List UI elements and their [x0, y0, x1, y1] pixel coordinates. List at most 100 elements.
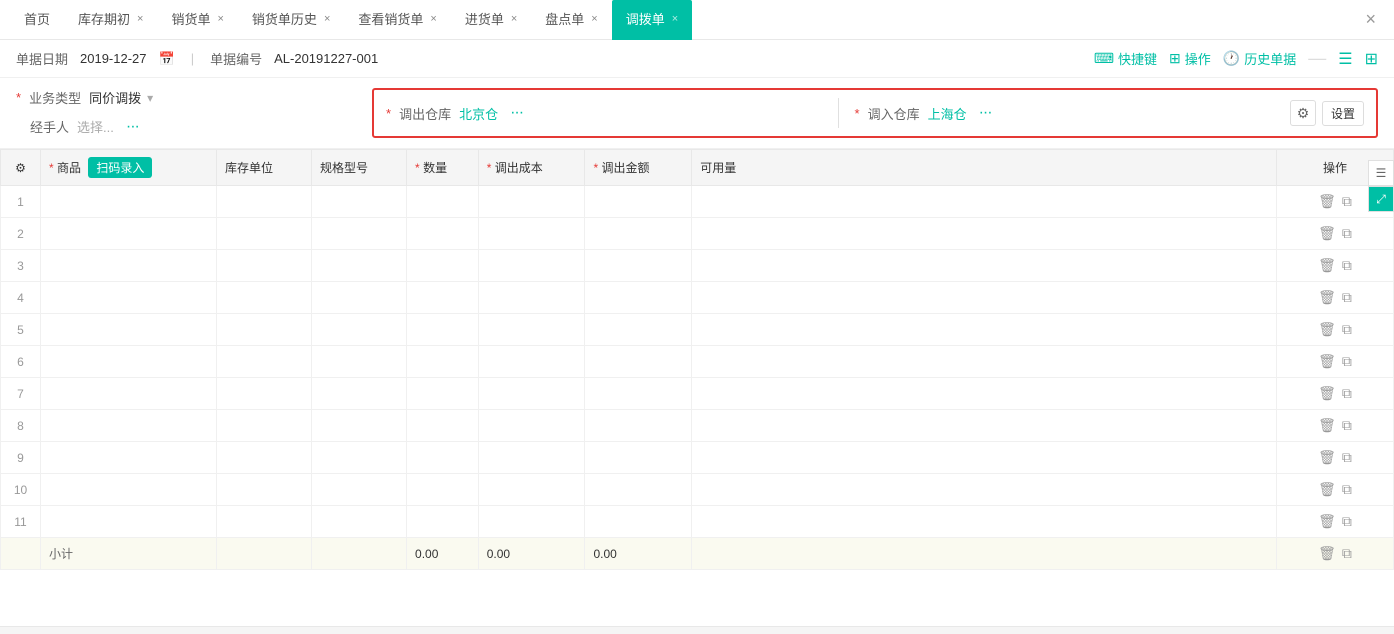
- tab-inventory-init[interactable]: 库存期初 ×: [64, 0, 157, 40]
- delete-icon-6[interactable]: 🗑: [1318, 353, 1336, 370]
- form-gear-btn[interactable]: ⚙: [1290, 100, 1316, 126]
- copy-icon-10[interactable]: ⧉: [1342, 481, 1352, 498]
- tab-home[interactable]: 首页: [10, 0, 64, 40]
- row-num-10: 10: [1, 474, 41, 506]
- cell-cost-1[interactable]: [478, 186, 585, 218]
- date-value[interactable]: 2019-12-27: [80, 51, 147, 66]
- history-btn[interactable]: 🕐 历史单据: [1223, 49, 1296, 68]
- cell-qty-2[interactable]: [407, 218, 479, 250]
- row-num-6: 6: [1, 346, 41, 378]
- form-set-btn[interactable]: 设置: [1322, 101, 1364, 126]
- copy-icon-3[interactable]: ⧉: [1342, 257, 1352, 274]
- data-table: ⚙ * 商品 扫码录入 库存单位 规格型号 * 数量: [0, 149, 1394, 570]
- business-type-select[interactable]: 同价调拨 ▾: [89, 88, 249, 107]
- copy-icon-1[interactable]: ⧉: [1342, 193, 1352, 210]
- subtotal-empty3: [312, 538, 407, 570]
- cell-cost-3[interactable]: [478, 250, 585, 282]
- tab-close-sales-order[interactable]: ×: [217, 13, 223, 25]
- copy-icon-6[interactable]: ⧉: [1342, 353, 1352, 370]
- tab-close-purchase[interactable]: ×: [511, 13, 517, 25]
- delete-icon-1[interactable]: 🗑: [1318, 193, 1336, 210]
- tab-view-sales[interactable]: 查看销货单 ×: [344, 0, 450, 40]
- window-close-button[interactable]: ×: [1357, 9, 1384, 30]
- delete-icon-3[interactable]: 🗑: [1318, 257, 1336, 274]
- cell-qty-1[interactable]: [407, 186, 479, 218]
- col-amount: * 调出金额: [585, 150, 692, 186]
- cell-amount-2[interactable]: [585, 218, 692, 250]
- table-row: 4 🗑⧉: [1, 282, 1394, 314]
- delete-icon-8[interactable]: 🗑: [1318, 417, 1336, 434]
- subtotal-delete-icon[interactable]: 🗑: [1318, 545, 1336, 562]
- cell-product-4[interactable]: [41, 282, 217, 314]
- tab-stocktake[interactable]: 盘点单 ×: [531, 0, 611, 40]
- right-sidebar: ☰ ⤢: [1368, 160, 1394, 212]
- subtotal-action: 🗑⧉: [1276, 538, 1393, 570]
- tab-sales-order[interactable]: 销货单 ×: [157, 0, 237, 40]
- delete-icon-10[interactable]: 🗑: [1318, 481, 1336, 498]
- cell-action-5: 🗑⧉: [1276, 314, 1393, 346]
- cell-qty-3[interactable]: [407, 250, 479, 282]
- tab-close-transfer[interactable]: ×: [672, 13, 678, 25]
- cell-product-1[interactable]: [41, 186, 217, 218]
- copy-icon-4[interactable]: ⧉: [1342, 289, 1352, 306]
- dropdown-arrow-icon: ▾: [147, 91, 153, 105]
- cell-product-3[interactable]: [41, 250, 217, 282]
- copy-icon-11[interactable]: ⧉: [1342, 513, 1352, 530]
- code-label: 单据编号: [210, 49, 262, 68]
- source-warehouse-value[interactable]: 北京仓: [459, 104, 498, 123]
- operations-btn[interactable]: ⊞ 操作: [1169, 49, 1211, 68]
- table-row: 7 🗑⧉: [1, 378, 1394, 410]
- copy-icon-8[interactable]: ⧉: [1342, 417, 1352, 434]
- cell-cost-2[interactable]: [478, 218, 585, 250]
- copy-icon-5[interactable]: ⧉: [1342, 321, 1352, 338]
- tab-close-view-sales[interactable]: ×: [430, 13, 436, 25]
- delete-icon-5[interactable]: 🗑: [1318, 321, 1336, 338]
- col-cost: * 调出成本: [478, 150, 585, 186]
- scan-btn[interactable]: 扫码录入: [88, 157, 152, 178]
- delete-icon-11[interactable]: 🗑: [1318, 513, 1336, 530]
- delete-icon-7[interactable]: 🗑: [1318, 385, 1336, 402]
- cell-action-2: 🗑 ⧉: [1276, 218, 1393, 250]
- tab-transfer[interactable]: 调拨单 ×: [612, 0, 692, 40]
- cell-amount-3[interactable]: [585, 250, 692, 282]
- tab-close-inventory-init[interactable]: ×: [137, 13, 143, 25]
- date-label: 单据日期: [16, 49, 68, 68]
- table-row: 5 🗑⧉: [1, 314, 1394, 346]
- delete-icon-4[interactable]: 🗑: [1318, 289, 1336, 306]
- target-warehouse-value[interactable]: 上海仓: [928, 104, 967, 123]
- col-settings[interactable]: ⚙: [1, 150, 41, 186]
- source-warehouse-section: * 调出仓库 北京仓 ···: [386, 104, 822, 123]
- calendar-icon[interactable]: 📅: [159, 51, 175, 67]
- handler-more-btn[interactable]: ···: [126, 118, 139, 136]
- horizontal-scrollbar[interactable]: [0, 626, 1394, 634]
- cell-product-2[interactable]: [41, 218, 217, 250]
- history-icon: 🕐: [1223, 50, 1240, 67]
- cell-action-3: 🗑⧉: [1276, 250, 1393, 282]
- sidebar-list-icon[interactable]: ☰: [1368, 160, 1394, 186]
- business-type-group: * 业务类型 同价调拨 ▾: [16, 88, 356, 107]
- layout-list-btn[interactable]: ☰: [1338, 49, 1352, 69]
- col-available: 可用量: [692, 150, 1277, 186]
- cell-spec-1: [312, 186, 407, 218]
- tab-sales-history[interactable]: 销货单历史 ×: [238, 0, 344, 40]
- toolbar: 单据日期 2019-12-27 📅 | 单据编号 AL-20191227-001…: [0, 40, 1394, 78]
- col-unit: 库存单位: [216, 150, 311, 186]
- copy-icon-7[interactable]: ⧉: [1342, 385, 1352, 402]
- source-warehouse-more-btn[interactable]: ···: [510, 104, 523, 122]
- business-type-label: 业务类型: [29, 88, 81, 107]
- subtotal-copy-icon[interactable]: ⧉: [1342, 545, 1352, 562]
- sidebar-expand-icon[interactable]: ⤢: [1368, 186, 1394, 212]
- copy-icon-2[interactable]: ⧉: [1342, 225, 1352, 242]
- table-row: 2 🗑 ⧉: [1, 218, 1394, 250]
- tab-close-stocktake[interactable]: ×: [591, 13, 597, 25]
- delete-icon-2[interactable]: 🗑: [1318, 225, 1336, 242]
- shortcuts-btn[interactable]: ⌨ 快捷键: [1094, 49, 1157, 68]
- tab-close-sales-history[interactable]: ×: [324, 13, 330, 25]
- layout-grid-btn[interactable]: ⊞: [1365, 49, 1378, 69]
- target-warehouse-more-btn[interactable]: ···: [979, 104, 992, 122]
- handler-select[interactable]: 选择...: [77, 117, 114, 136]
- delete-icon-9[interactable]: 🗑: [1318, 449, 1336, 466]
- cell-amount-1[interactable]: [585, 186, 692, 218]
- copy-icon-9[interactable]: ⧉: [1342, 449, 1352, 466]
- tab-purchase[interactable]: 进货单 ×: [451, 0, 531, 40]
